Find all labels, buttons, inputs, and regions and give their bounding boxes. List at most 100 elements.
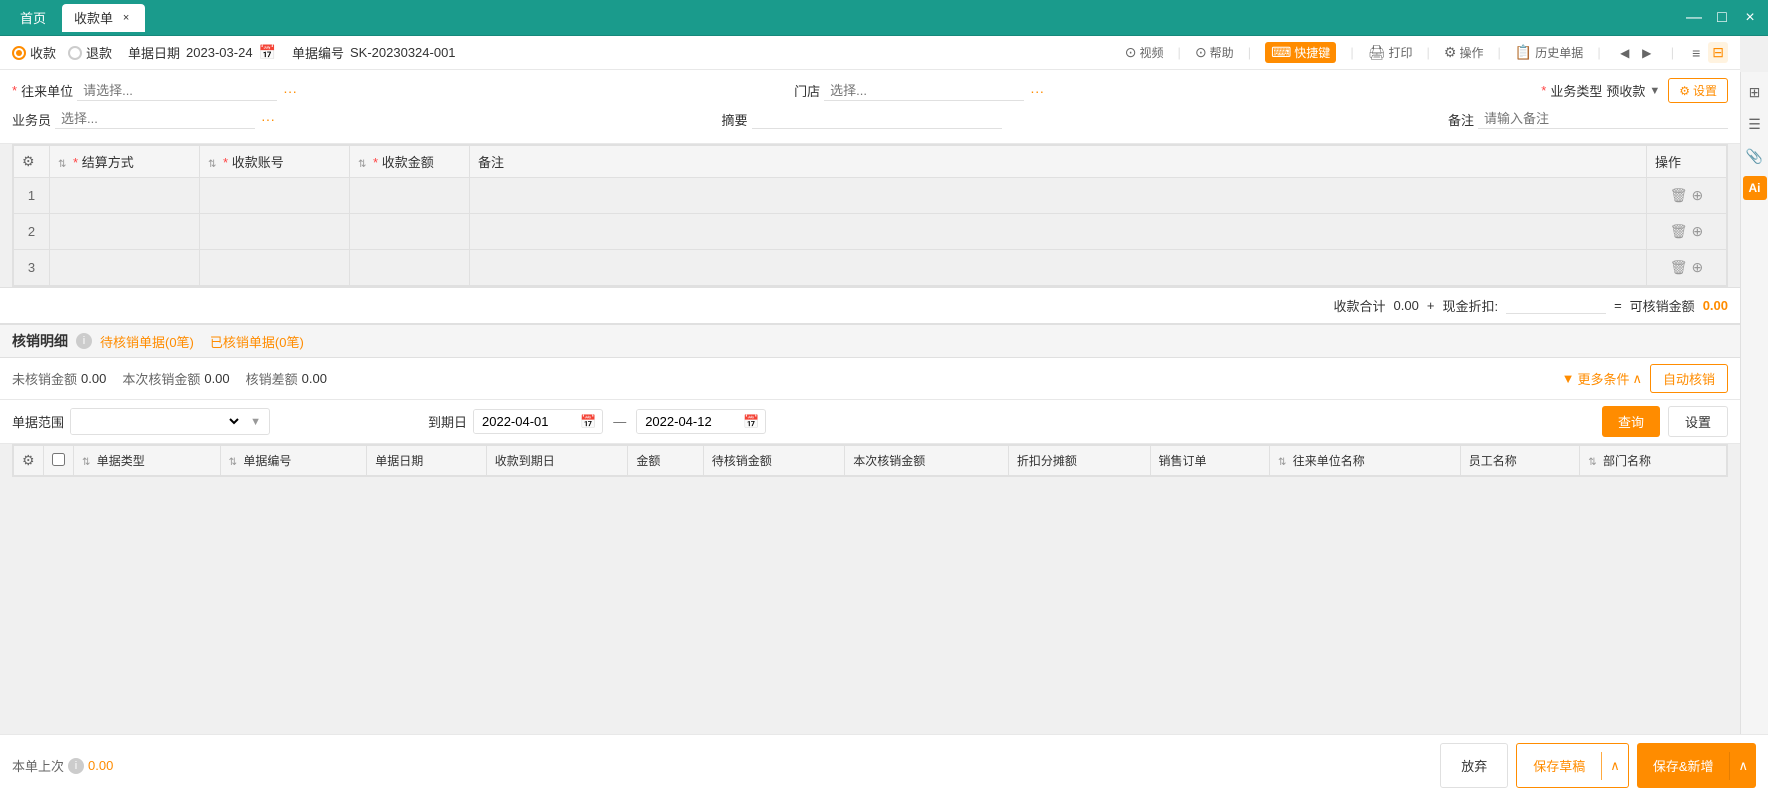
tab-close-icon[interactable]: × [119, 11, 133, 25]
bottom-gear-icon[interactable]: ⚙ [22, 452, 35, 468]
row-settlement-3[interactable] [50, 250, 200, 286]
save-draft-button[interactable]: 保存草稿 ∧ [1516, 743, 1629, 788]
row-notes-1[interactable] [470, 178, 1647, 214]
save-draft-dropdown-icon[interactable]: ∧ [1601, 752, 1628, 780]
save-new-dropdown-icon[interactable]: ∧ [1729, 752, 1756, 780]
pending-tab-link[interactable]: 待核销单据(0笔) [100, 332, 194, 351]
tab-receipt[interactable]: 收款单 × [62, 4, 145, 32]
col-doc-type: ⇅ 单据类型 [74, 446, 221, 476]
row-delete-1[interactable]: 🗑 [1670, 187, 1688, 204]
row-amount-2[interactable] [350, 214, 470, 250]
end-date-calendar-icon[interactable]: 📅 [737, 414, 765, 430]
video-action[interactable]: ⊙ 视频 [1125, 44, 1164, 61]
tab-home[interactable]: 首页 [8, 4, 58, 32]
list-layout-icon[interactable]: ≡ [1688, 43, 1704, 63]
notes-input[interactable] [1478, 109, 1728, 129]
settings-button[interactable]: ⚙ 设置 [1668, 78, 1728, 103]
range-select-arrow-icon[interactable]: ▼ [242, 416, 269, 428]
sidebar-table-icon[interactable]: ⊞ [1743, 80, 1767, 104]
sort-dept-icon[interactable]: ⇅ [1588, 457, 1596, 468]
form-area: * 往来单位 ··· 门店 ··· * 业务类型 预收款 ▼ [0, 70, 1740, 144]
verification-info-icon[interactable]: i [76, 333, 92, 349]
sort-icon-account[interactable]: ⇅ [208, 159, 216, 170]
salesperson-input[interactable] [55, 109, 255, 129]
row-delete-3[interactable]: 🗑 [1670, 259, 1688, 276]
row-notes-2[interactable] [470, 214, 1647, 250]
diff-amount: 核销差额 0.00 [246, 369, 327, 388]
refund-radio[interactable]: 退款 [68, 43, 112, 62]
nav-next[interactable]: ▶ [1637, 43, 1657, 63]
row-delete-2[interactable]: 🗑 [1670, 223, 1688, 240]
row-settlement-2[interactable] [50, 214, 200, 250]
receipt-table: ⚙ ⇅ * 结算方式 ⇅ * 收款账号 ⇅ [13, 145, 1727, 286]
calendar-icon[interactable]: 📅 [259, 44, 276, 61]
sort-icon-settlement[interactable]: ⇅ [58, 159, 66, 170]
bottom-gear-header: ⚙ [14, 446, 44, 476]
auto-cancel-button[interactable]: 自动核销 [1650, 364, 1728, 393]
salesperson-more-icon[interactable]: ··· [261, 111, 275, 127]
row-account-1[interactable] [200, 178, 350, 214]
footer-info-icon[interactable]: i [68, 758, 84, 774]
store-input[interactable] [824, 81, 1024, 101]
row-copy-3[interactable]: ⊕ [1692, 259, 1704, 276]
end-date-input[interactable] [637, 410, 737, 433]
col-doc-date-label: 单据日期 [375, 454, 423, 468]
sort-doc-type-icon[interactable]: ⇅ [82, 457, 90, 468]
summary-input[interactable] [752, 109, 1002, 129]
sep6: | [1597, 45, 1600, 60]
shortcut-action[interactable]: ⌨ 快捷键 [1265, 42, 1336, 63]
history-action[interactable]: 📋 历史单据 [1515, 44, 1583, 61]
save-new-button[interactable]: 保存&新增 ∧ [1637, 743, 1756, 788]
start-date-calendar-icon[interactable]: 📅 [574, 414, 602, 430]
row-amount-1[interactable] [350, 178, 470, 214]
completed-tab-link[interactable]: 已核销单据(0笔) [210, 332, 304, 351]
more-conditions-btn[interactable]: ▼ 更多条件 ∧ [1562, 369, 1642, 388]
col-doc-type-label: 单据类型 [97, 454, 145, 468]
sort-doc-num-icon[interactable]: ⇅ [229, 457, 237, 468]
store-more-icon[interactable]: ··· [1030, 83, 1044, 99]
biz-type-dropdown-icon[interactable]: ▼ [1649, 85, 1660, 97]
range-select[interactable] [71, 409, 242, 434]
col-staff: 员工名称 [1460, 446, 1580, 476]
operations-action[interactable]: ⚙ 操作 [1444, 44, 1484, 61]
row-account-3[interactable] [200, 250, 350, 286]
close-button[interactable]: × [1740, 8, 1760, 28]
sidebar-attachment-icon[interactable]: 📎 [1743, 144, 1767, 168]
uncancelled-amount: 未核销金额 0.00 [12, 369, 106, 388]
verification-title: 核销明细 [12, 331, 68, 351]
discount-input[interactable] [1506, 298, 1606, 314]
row-notes-3[interactable] [470, 250, 1647, 286]
col-doc-num: ⇅ 单据编号 [220, 446, 367, 476]
table-gear-icon[interactable]: ⚙ [22, 153, 35, 169]
counterpart-required: * [12, 83, 17, 98]
row-settlement-1[interactable] [50, 178, 200, 214]
grid-layout-icon[interactable]: ⊟ [1708, 42, 1728, 63]
row-copy-1[interactable]: ⊕ [1692, 187, 1704, 204]
start-date-input[interactable] [474, 410, 574, 433]
help-action[interactable]: ⊙ 帮助 [1195, 44, 1234, 61]
sidebar-list-icon[interactable]: ☰ [1743, 112, 1767, 136]
nav-prev[interactable]: ◀ [1615, 43, 1635, 63]
refund-label: 退款 [86, 43, 112, 62]
row-copy-2[interactable]: ⊕ [1692, 223, 1704, 240]
form-row-1: * 往来单位 ··· 门店 ··· * 业务类型 预收款 ▼ [12, 78, 1728, 103]
sort-icon-amount[interactable]: ⇅ [358, 159, 366, 170]
counterpart-input[interactable] [77, 81, 277, 101]
receipt-radio[interactable]: 收款 [12, 43, 56, 62]
biz-type-value: 预收款 [1606, 81, 1645, 100]
maximize-button[interactable]: □ [1712, 8, 1732, 28]
counterpart-more-icon[interactable]: ··· [283, 83, 297, 99]
sort-counterpart-icon[interactable]: ⇅ [1278, 457, 1286, 468]
row-account-2[interactable] [200, 214, 350, 250]
query-button[interactable]: 查询 [1602, 406, 1660, 437]
abandon-button[interactable]: 放弃 [1440, 743, 1508, 788]
print-action[interactable]: 🖨 打印 [1368, 44, 1413, 61]
plus-icon: + [1427, 298, 1435, 313]
row-amount-3[interactable] [350, 250, 470, 286]
sidebar-ai-icon[interactable]: Ai [1743, 176, 1767, 200]
notes-field: 备注 [1448, 109, 1728, 129]
salesperson-label: 业务员 [12, 110, 51, 129]
select-all-checkbox[interactable] [52, 453, 65, 466]
search-settings-button[interactable]: 设置 [1668, 406, 1728, 437]
minimize-button[interactable]: — [1684, 8, 1704, 28]
